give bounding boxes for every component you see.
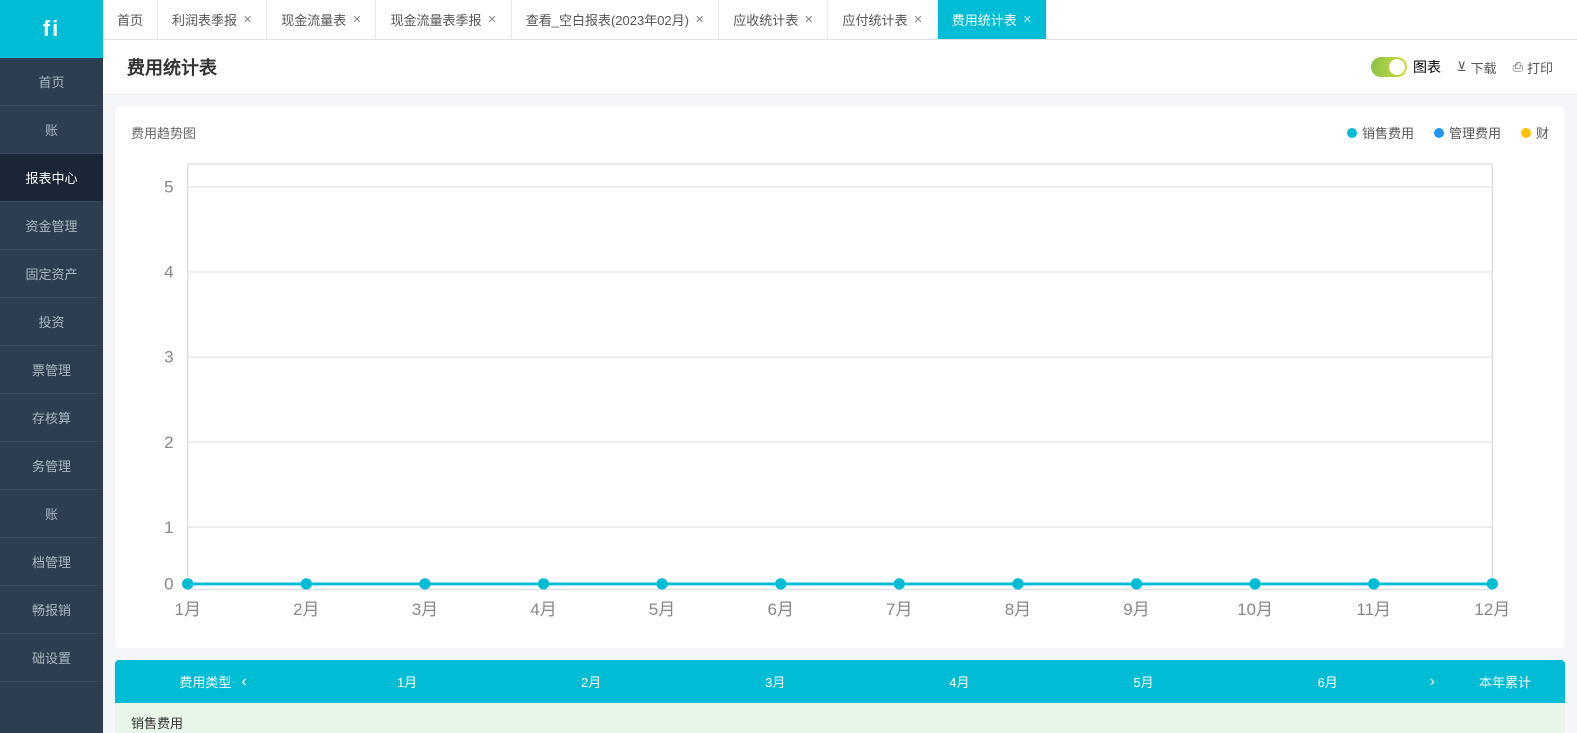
content-area: 费用统计表 图表 ⊻ 下载 ⎙ 打印 费用趋势图 bbox=[103, 40, 1577, 733]
svg-text:3月: 3月 bbox=[412, 600, 438, 619]
svg-text:3: 3 bbox=[164, 348, 173, 367]
th-month-1: 1月 bbox=[315, 660, 499, 703]
sidebar-item-ledger[interactable]: 账 bbox=[0, 490, 103, 538]
td-month-3 bbox=[692, 713, 880, 733]
svg-text:0: 0 bbox=[164, 575, 173, 594]
chart-toggle[interactable] bbox=[1371, 57, 1407, 77]
page-header: 费用统计表 图表 ⊻ 下载 ⎙ 打印 bbox=[103, 40, 1577, 95]
svg-text:11月: 11月 bbox=[1356, 600, 1391, 619]
th-month-6: 6月 bbox=[1236, 660, 1420, 703]
th-month-4: 4月 bbox=[867, 660, 1051, 703]
sidebar-item-expense[interactable]: 畅报销 bbox=[0, 586, 103, 634]
tab-home[interactable]: 首页 bbox=[103, 0, 158, 40]
tab-payable[interactable]: 应付统计表 ✕ bbox=[828, 0, 937, 40]
sidebar-item-service-mgmt[interactable]: 务管理 bbox=[0, 442, 103, 490]
header-actions: 图表 ⊻ 下载 ⎙ 打印 bbox=[1371, 57, 1553, 77]
th-type: 费用类型 ‹ bbox=[115, 660, 315, 703]
svg-text:5: 5 bbox=[164, 178, 173, 197]
sidebar-item-report-center[interactable]: 报表中心 bbox=[0, 154, 103, 202]
close-icon[interactable]: ✕ bbox=[695, 13, 704, 26]
td-month-1 bbox=[315, 713, 503, 733]
td-type: 销售费用 bbox=[115, 703, 315, 733]
close-icon[interactable]: ✕ bbox=[913, 13, 922, 26]
svg-text:4月: 4月 bbox=[530, 600, 556, 619]
next-month-arrow[interactable]: › bbox=[1420, 673, 1445, 691]
close-icon[interactable]: ✕ bbox=[804, 13, 813, 26]
chart-toggle-wrap: 图表 bbox=[1371, 57, 1441, 77]
print-label: 打印 bbox=[1527, 58, 1553, 77]
sidebar-logo: fi bbox=[0, 0, 103, 58]
td-month-6 bbox=[1257, 713, 1445, 733]
tab-cashflow-quarterly[interactable]: 现金流量表季报 ✕ bbox=[376, 0, 511, 40]
th-month-5: 5月 bbox=[1051, 660, 1235, 703]
svg-text:7月: 7月 bbox=[886, 600, 912, 619]
chart-title: 费用趋势图 bbox=[131, 123, 196, 142]
line-chart: 5 4 3 2 1 0 bbox=[131, 150, 1549, 632]
sidebar-item-fund-mgmt[interactable]: 资金管理 bbox=[0, 202, 103, 250]
legend-finance-expense: 财 bbox=[1521, 123, 1549, 142]
th-month-3: 3月 bbox=[683, 660, 867, 703]
svg-text:2: 2 bbox=[164, 433, 173, 452]
prev-month-arrow[interactable]: ‹ bbox=[237, 673, 250, 691]
sidebar-item-invoice-mgmt[interactable]: 票管理 bbox=[0, 346, 103, 394]
sidebar-item-fixed-assets[interactable]: 固定资产 bbox=[0, 250, 103, 298]
legend-label-mgmt: 管理费用 bbox=[1449, 123, 1501, 142]
sidebar-item-investment[interactable]: 投资 bbox=[0, 298, 103, 346]
tab-blank-report[interactable]: 查看_空白报表(2023年02月) ✕ bbox=[512, 0, 720, 40]
sidebar-item-account[interactable]: 账 bbox=[0, 106, 103, 154]
th-month-2: 2月 bbox=[499, 660, 683, 703]
chart-toggle-label: 图表 bbox=[1413, 57, 1441, 77]
close-icon[interactable]: ✕ bbox=[488, 13, 497, 26]
svg-text:1: 1 bbox=[164, 518, 173, 537]
print-button[interactable]: ⎙ 打印 bbox=[1513, 58, 1553, 77]
svg-text:5月: 5月 bbox=[649, 600, 675, 619]
sidebar-item-home[interactable]: 首页 bbox=[0, 58, 103, 106]
legend-sales-expense: 销售费用 bbox=[1347, 123, 1414, 142]
legend-dot-finance bbox=[1521, 128, 1531, 138]
tab-cashflow[interactable]: 现金流量表 ✕ bbox=[267, 0, 376, 40]
print-icon: ⎙ bbox=[1513, 59, 1523, 75]
page-title: 费用统计表 bbox=[127, 54, 217, 80]
main-area: 首页 利润表季报 ✕ 现金流量表 ✕ 现金流量表季报 ✕ 查看_空白报表(202… bbox=[103, 0, 1577, 733]
td-month-4 bbox=[880, 713, 1068, 733]
download-icon: ⊻ bbox=[1457, 59, 1467, 75]
svg-text:1月: 1月 bbox=[175, 600, 201, 619]
close-icon[interactable]: ✕ bbox=[352, 13, 361, 26]
tabs-bar: 首页 利润表季报 ✕ 现金流量表 ✕ 现金流量表季报 ✕ 查看_空白报表(202… bbox=[103, 0, 1577, 40]
svg-text:10月: 10月 bbox=[1237, 600, 1273, 619]
td-month-5 bbox=[1068, 713, 1256, 733]
table-row: 销售费用 bbox=[115, 703, 1565, 733]
download-button[interactable]: ⊻ 下载 bbox=[1457, 58, 1497, 77]
legend-dot-mgmt bbox=[1434, 128, 1444, 138]
td-month-2 bbox=[503, 713, 691, 733]
td-total bbox=[1445, 713, 1565, 733]
legend-label-sales: 销售费用 bbox=[1362, 123, 1414, 142]
legend-dot-sales bbox=[1347, 128, 1357, 138]
svg-text:9月: 9月 bbox=[1123, 600, 1149, 619]
th-total: 本年累计 bbox=[1445, 660, 1565, 703]
svg-text:2月: 2月 bbox=[293, 600, 319, 619]
tab-receivable[interactable]: 应收统计表 ✕ bbox=[719, 0, 828, 40]
tab-profit[interactable]: 利润表季报 ✕ bbox=[158, 0, 267, 40]
close-icon[interactable]: ✕ bbox=[243, 13, 252, 26]
sidebar-item-settings[interactable]: 础设置 bbox=[0, 634, 103, 682]
sidebar: fi 首页 账 报表中心 资金管理 固定资产 投资 票管理 存核算 务管理 账 … bbox=[0, 0, 103, 733]
chart-container: 5 4 3 2 1 0 bbox=[131, 150, 1549, 632]
chart-legend: 销售费用 管理费用 财 bbox=[1347, 123, 1549, 142]
close-icon[interactable]: ✕ bbox=[1023, 13, 1032, 26]
legend-label-finance: 财 bbox=[1536, 123, 1549, 142]
table-section: 费用类型 ‹ 1月 2月 3月 4月 5月 6月 › 本年累计 销售费用 bbox=[115, 660, 1565, 733]
legend-mgmt-expense: 管理费用 bbox=[1434, 123, 1501, 142]
svg-text:4: 4 bbox=[164, 263, 173, 282]
chart-section: 费用趋势图 销售费用 管理费用 财 bbox=[115, 107, 1565, 648]
download-label: 下载 bbox=[1471, 58, 1497, 77]
sidebar-item-inventory[interactable]: 存核算 bbox=[0, 394, 103, 442]
sidebar-item-file-mgmt[interactable]: 档管理 bbox=[0, 538, 103, 586]
table-header: 费用类型 ‹ 1月 2月 3月 4月 5月 6月 › 本年累计 bbox=[115, 660, 1565, 703]
tab-expense-stats[interactable]: 费用统计表 ✕ bbox=[938, 0, 1047, 40]
svg-text:6月: 6月 bbox=[767, 600, 793, 619]
svg-text:8月: 8月 bbox=[1005, 600, 1031, 619]
svg-text:12月: 12月 bbox=[1474, 600, 1510, 619]
